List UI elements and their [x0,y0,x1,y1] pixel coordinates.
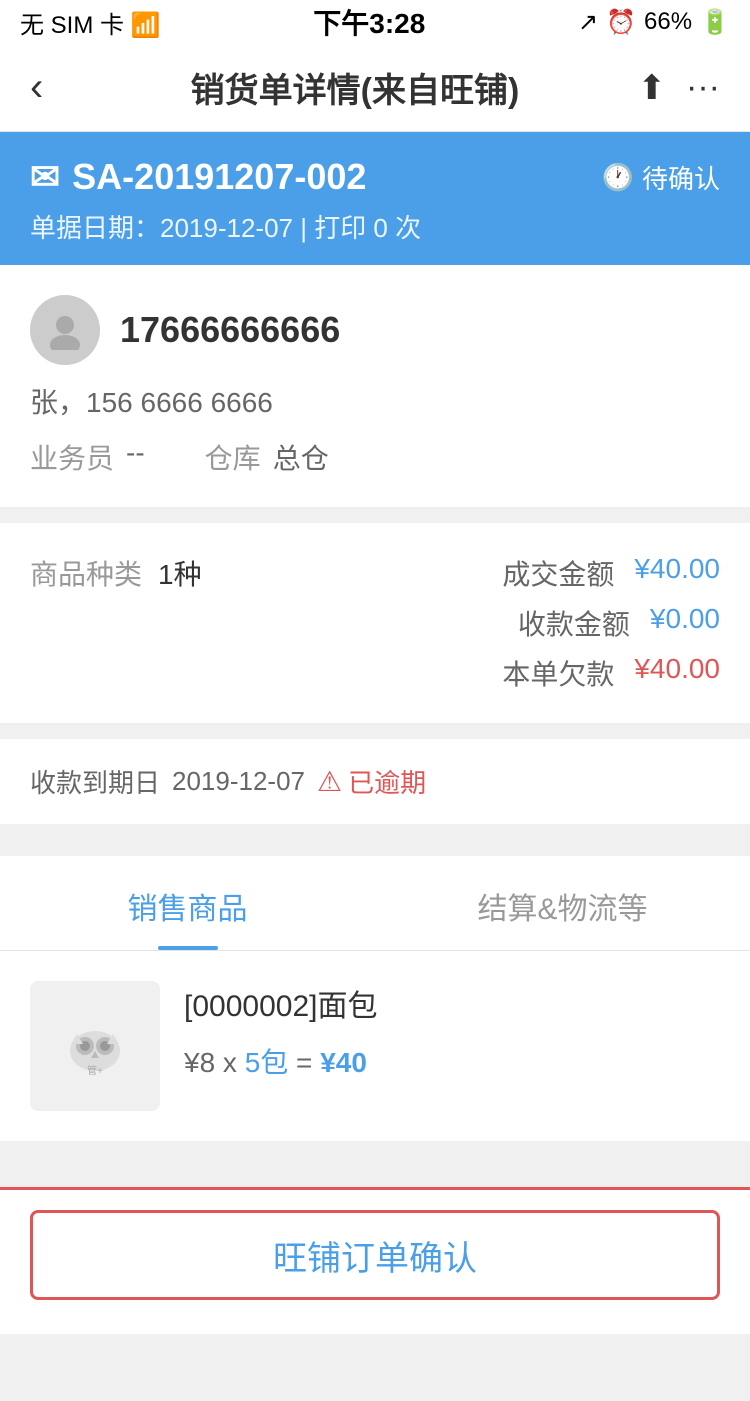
overdue-warning-icon: ⚠ [317,765,342,798]
order-meta: 单据日期：2019-12-07 | 打印 0 次 [30,208,720,245]
debt-label: 本单欠款 [502,653,614,693]
order-id-text: SA-20191207-002 [72,156,366,198]
status-clock-icon: 🕐 [602,162,634,193]
nav-actions: ⬆ ··· [620,68,720,108]
sim-status: 无 SIM 卡 📶 [20,5,161,40]
product-list: 管+ [0000002]面包 ¥8 x 5包 = ¥40 [0,951,750,1141]
divider-2 [0,723,750,739]
received-row: 收款金额 ¥0.00 [518,603,720,643]
status-bar-right: ↗ ⏰ 66% 🔋 [578,8,730,37]
status-bar-left: 无 SIM 卡 📶 [20,5,161,40]
product-type-value: 1种 [158,553,202,593]
salesperson-label: 业务员 [30,437,114,477]
battery-level: 66% [644,8,692,36]
divider-3 [0,824,750,840]
amount-row: 成交金额 ¥40.00 [502,553,720,593]
warehouse-info: 仓库 总仓 [205,437,329,477]
status-bar: 无 SIM 卡 📶 下午3:28 ↗ ⏰ 66% 🔋 [0,0,750,44]
salesperson-value: -- [126,437,145,477]
debt-value: ¥40.00 [634,653,720,693]
overdue-badge: ⚠ 已逾期 [317,763,426,800]
order-status-text: 待确认 [642,159,720,196]
share-icon[interactable]: ⬆ [638,68,667,108]
product-total: ¥40 [320,1047,367,1078]
tab-products[interactable]: 销售商品 [0,856,375,950]
product-name: [0000002]面包 [184,981,720,1025]
salesperson-info: 业务员 -- [30,437,145,477]
due-date-value: 2019-12-07 [172,766,305,797]
product-qty: 5包 [245,1047,289,1078]
customer-name: 张，156 6666 6666 [30,381,720,421]
product-equals: = [288,1047,320,1078]
product-info: [0000002]面包 ¥8 x 5包 = ¥40 [184,981,720,1081]
customer-phone: 17666666666 [120,309,340,351]
back-button[interactable]: ‹ [30,65,90,110]
order-icon: ✉ [30,156,60,198]
customer-top: 17666666666 [30,295,720,365]
product-unit-price: ¥8 x [184,1047,245,1078]
order-status: 🕐 待确认 [602,159,720,196]
summary-row: 商品种类 1种 成交金额 ¥40.00 收款金额 ¥0.00 本单欠款 ¥40.… [30,553,720,693]
order-banner-top: ✉ SA-20191207-002 🕐 待确认 [30,156,720,198]
product-thumbnail: 管+ [30,981,160,1111]
product-item: 管+ [0000002]面包 ¥8 x 5包 = ¥40 [30,981,720,1111]
product-type-label: 商品种类 [30,553,142,593]
product-price: ¥8 x 5包 = ¥40 [184,1041,720,1081]
warehouse-label: 仓库 [205,437,261,477]
tabs: 销售商品 结算&物流等 [0,856,750,951]
customer-info-row: 业务员 -- 仓库 总仓 [30,437,720,477]
order-banner: ✉ SA-20191207-002 🕐 待确认 单据日期：2019-12-07 … [0,132,750,265]
battery-icon: 🔋 [700,8,730,37]
more-icon[interactable]: ··· [686,68,720,107]
due-date-card: 收款到期日 2019-12-07 ⚠ 已逾期 [0,739,750,824]
warehouse-value: 总仓 [273,437,329,477]
summary-right: 成交金额 ¥40.00 收款金额 ¥0.00 本单欠款 ¥40.00 [502,553,720,693]
debt-row: 本单欠款 ¥40.00 [502,653,720,693]
received-label: 收款金额 [518,603,630,643]
summary-left: 商品种类 1种 [30,553,202,593]
amount-value: ¥40.00 [634,553,720,593]
confirm-order-button[interactable]: 旺铺订单确认 [30,1210,720,1300]
status-bar-time: 下午3:28 [313,2,425,42]
customer-card: 17666666666 张，156 6666 6666 业务员 -- 仓库 总仓 [0,265,750,507]
svg-text:管+: 管+ [87,1064,103,1076]
divider-1 [0,507,750,523]
due-date-label: 收款到期日 [30,763,160,800]
bottom-bar: 旺铺订单确认 [0,1187,750,1334]
nav-bar: ‹ 销货单详情(来自旺铺) ⬆ ··· [0,44,750,132]
location-icon: ↗ [578,8,598,37]
amount-label: 成交金额 [502,553,614,593]
received-value: ¥0.00 [650,603,720,643]
page-title: 销货单详情(来自旺铺) [90,63,620,112]
order-id: ✉ SA-20191207-002 [30,156,366,198]
tab-settlement[interactable]: 结算&物流等 [375,856,750,950]
summary-card: 商品种类 1种 成交金额 ¥40.00 收款金额 ¥0.00 本单欠款 ¥40.… [0,523,750,723]
alarm-icon: ⏰ [606,8,636,37]
avatar [30,295,100,365]
overdue-text: 已逾期 [348,763,426,800]
